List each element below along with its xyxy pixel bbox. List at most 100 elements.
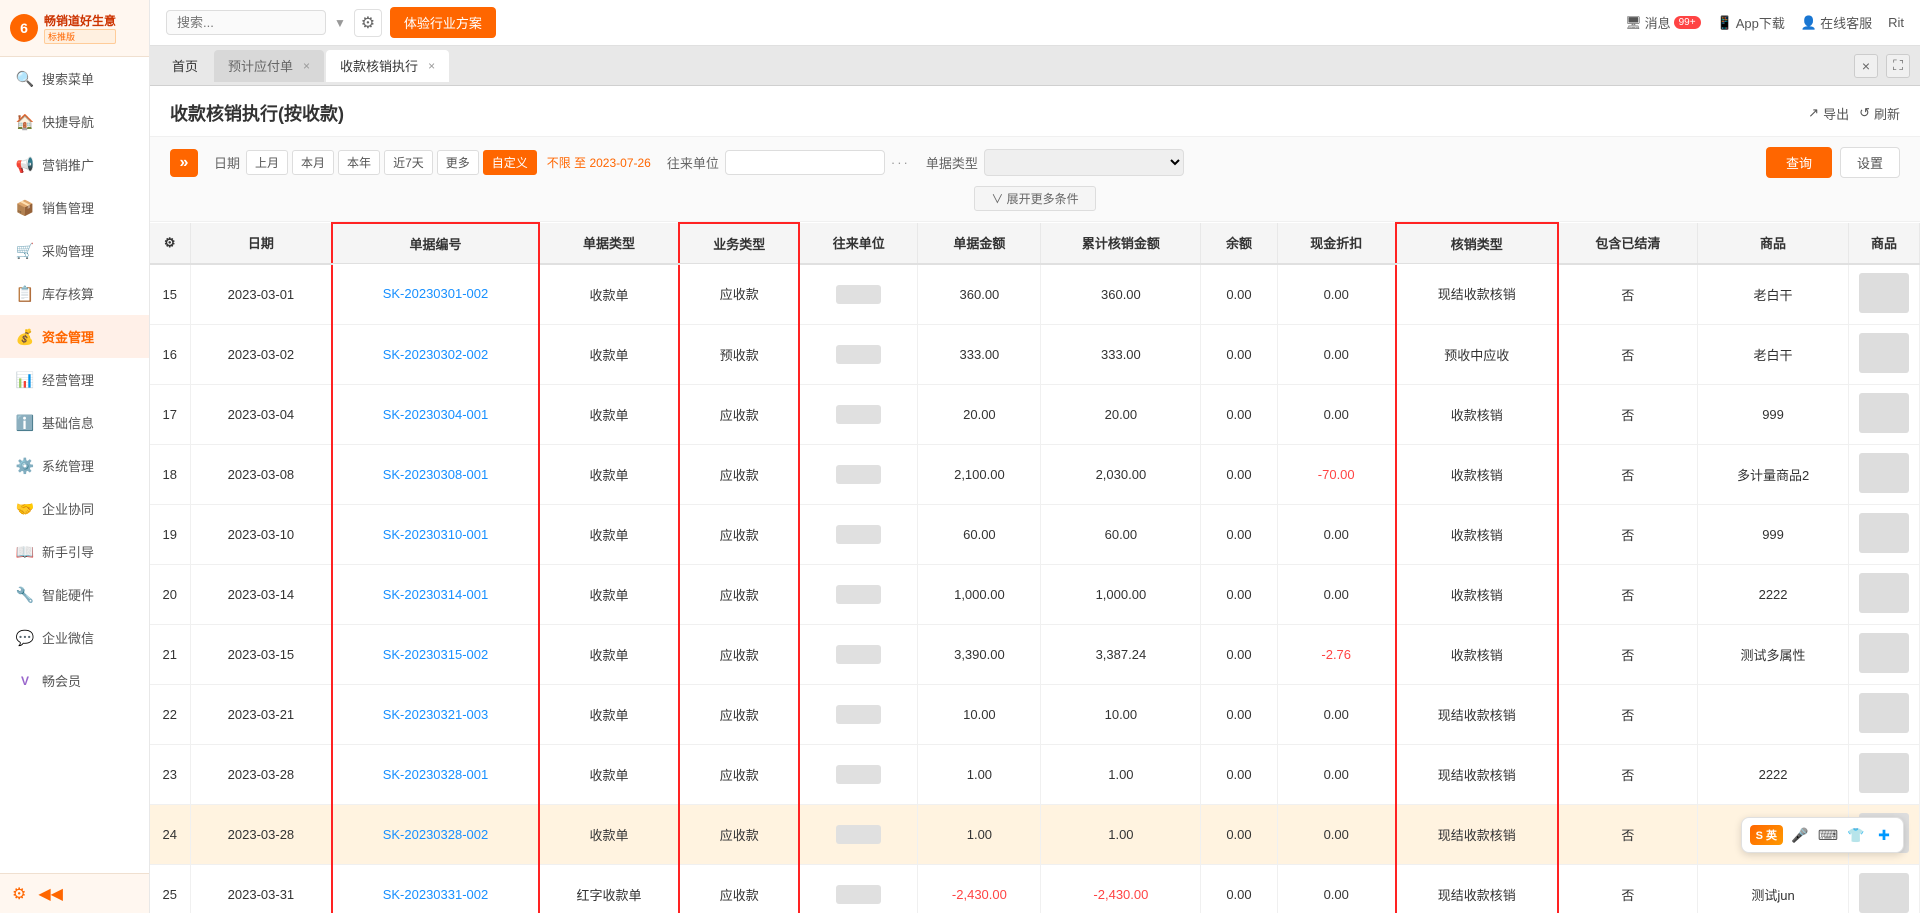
th-balance[interactable]: 余额	[1201, 223, 1277, 264]
partner-input[interactable]	[725, 150, 885, 175]
voucher-no-link[interactable]: SK-20230328-002	[383, 827, 489, 842]
voucher-no-link[interactable]: SK-20230314-001	[383, 587, 489, 602]
cell-offset-type: 现结收款核销	[1396, 804, 1558, 864]
sidebar-item-basic[interactable]: ℹ️ 基础信息	[0, 401, 149, 444]
cell-biz-type: 应收款	[679, 684, 799, 744]
table-row: 17 2023-03-04 SK-20230304-001 收款单 应收款 20…	[150, 384, 1920, 444]
sidebar-item-hardware[interactable]: 🔧 智能硬件	[0, 573, 149, 616]
tab-receipt-close[interactable]: ×	[428, 59, 435, 73]
voucher-no-link[interactable]: SK-20230304-001	[383, 407, 489, 422]
th-product[interactable]: 商品	[1698, 223, 1849, 264]
tab-close-all-icon[interactable]: ×	[1854, 54, 1878, 78]
cell-partner	[799, 444, 918, 504]
sidebar-item-member[interactable]: V 畅会员	[0, 659, 149, 702]
cell-cash-discount: 0.00	[1277, 804, 1396, 864]
sidebar-item-purchase[interactable]: 🛒 采购管理	[0, 229, 149, 272]
sidebar-item-wechat[interactable]: 💬 企业微信	[0, 616, 149, 659]
filter-expand-button[interactable]: »	[170, 149, 198, 177]
date-btn-custom[interactable]: 自定义	[483, 150, 537, 175]
cell-date: 2023-03-31	[190, 864, 332, 913]
th-date[interactable]: 日期	[190, 223, 332, 264]
voucher-type-select[interactable]	[984, 149, 1184, 176]
query-button[interactable]: 查询	[1766, 147, 1832, 178]
cell-balance: 0.00	[1201, 744, 1277, 804]
filter-more-row: ∨ 展开更多条件	[170, 186, 1900, 211]
th-voucher-type[interactable]: 单据类型	[539, 223, 680, 264]
online-service[interactable]: 👤 在线客服	[1801, 13, 1872, 32]
tab-prepay-close[interactable]: ×	[303, 59, 310, 73]
add-icon[interactable]: ✚	[1873, 824, 1895, 846]
date-btn-this-year[interactable]: 本年	[338, 150, 380, 175]
voucher-no-link[interactable]: SK-20230301-002	[383, 286, 489, 301]
app-download[interactable]: 📱 App下载	[1717, 13, 1785, 32]
date-btn-this-month[interactable]: 本月	[292, 150, 334, 175]
tab-receipt-label: 收款核销执行	[340, 56, 418, 75]
sidebar-item-inventory[interactable]: 📋 库存核算	[0, 272, 149, 315]
message-area[interactable]: 🖥 消息 99+	[1625, 13, 1701, 32]
sidebar-item-enterprise[interactable]: 🤝 企业协同	[0, 487, 149, 530]
setting-button[interactable]: 设置	[1840, 147, 1900, 178]
table-container[interactable]: ⚙ 日期 单据编号 单据类型 业务类型 往来单位 单据金额 累计核销金额 余额 …	[150, 222, 1920, 913]
cell-total-offset: 1,000.00	[1041, 564, 1201, 624]
th-biz-type[interactable]: 业务类型	[679, 223, 799, 264]
th-partner[interactable]: 往来单位	[799, 223, 918, 264]
th-cash-discount[interactable]: 现金折扣	[1277, 223, 1396, 264]
cell-offset-type: 收款核销	[1396, 504, 1558, 564]
sidebar-item-marketing[interactable]: 📢 营销推广	[0, 143, 149, 186]
shirt-icon[interactable]: 👕	[1845, 824, 1867, 846]
th-offset-type[interactable]: 核销类型	[1396, 223, 1558, 264]
cell-product: 老白干	[1698, 324, 1849, 384]
voucher-no-link[interactable]: SK-20230321-003	[383, 707, 489, 722]
keyboard-icon[interactable]: ⌨	[1817, 824, 1839, 846]
voucher-no-link[interactable]: SK-20230328-001	[383, 767, 489, 782]
refresh-button[interactable]: ↺ 刷新	[1859, 104, 1900, 123]
voucher-no-link[interactable]: SK-20230308-001	[383, 467, 489, 482]
settings-gear-icon[interactable]: ⚙	[12, 884, 26, 904]
cell-offset-type: 收款核销	[1396, 444, 1558, 504]
collapse-icon[interactable]: ◀◀	[38, 884, 63, 904]
sidebar-item-shortcut[interactable]: 🏠 快捷导航	[0, 100, 149, 143]
mic-icon[interactable]: 🎤	[1789, 824, 1811, 846]
topbar-gear-icon[interactable]: ⚙	[354, 9, 382, 37]
th-amount[interactable]: 单据金额	[918, 223, 1041, 264]
cell-total-offset: -2,430.00	[1041, 864, 1201, 913]
sidebar-item-system[interactable]: ⚙️ 系统管理	[0, 444, 149, 487]
tab-receipt[interactable]: 收款核销执行 ×	[326, 50, 449, 82]
th-settings[interactable]: ⚙	[150, 223, 190, 264]
tab-prepay[interactable]: 预计应付单 ×	[214, 50, 324, 82]
th-product2[interactable]: 商品	[1849, 223, 1920, 264]
tab-restore-icon[interactable]: ⛶	[1886, 54, 1910, 78]
sidebar-item-label: 搜索菜单	[42, 69, 94, 88]
sidebar-item-guide[interactable]: 📖 新手引导	[0, 530, 149, 573]
service-icon: 👤	[1801, 15, 1817, 31]
cell-biz-type: 应收款	[679, 804, 799, 864]
cell-product2	[1849, 264, 1920, 325]
topbar-dropdown-arrow[interactable]: ▼	[334, 16, 346, 30]
th-include-settled[interactable]: 包含已结清	[1558, 223, 1698, 264]
topbar-right: 🖥 消息 99+ 📱 App下载 👤 在线客服 Rit	[1625, 13, 1904, 32]
cell-include-settled: 否	[1558, 324, 1698, 384]
search-icon: 🔍	[16, 70, 34, 88]
tab-home[interactable]: 首页	[158, 50, 212, 82]
voucher-no-link[interactable]: SK-20230331-002	[383, 887, 489, 902]
date-btn-last-month[interactable]: 上月	[246, 150, 288, 175]
sidebar-item-sales[interactable]: 📦 销售管理	[0, 186, 149, 229]
voucher-no-link[interactable]: SK-20230315-002	[383, 647, 489, 662]
voucher-no-link[interactable]: SK-20230302-002	[383, 347, 489, 362]
sidebar-item-finance[interactable]: 💰 资金管理	[0, 315, 149, 358]
date-btn-7days[interactable]: 近7天	[384, 150, 433, 175]
cell-amount: 1.00	[918, 804, 1041, 864]
expand-more-button[interactable]: ∨ 展开更多条件	[974, 186, 1095, 211]
th-total-offset[interactable]: 累计核销金额	[1041, 223, 1201, 264]
date-btn-more[interactable]: 更多	[437, 150, 479, 175]
cell-offset-type: 预收中应收	[1396, 324, 1558, 384]
export-button[interactable]: ↗ 导出	[1808, 104, 1849, 123]
member-icon: V	[16, 672, 34, 690]
solution-button[interactable]: 体验行业方案	[390, 7, 496, 38]
sidebar-item-search[interactable]: 🔍 搜索菜单	[0, 57, 149, 100]
voucher-no-link[interactable]: SK-20230310-001	[383, 527, 489, 542]
sidebar-item-operations[interactable]: 📊 经营管理	[0, 358, 149, 401]
topbar-search-input[interactable]	[166, 10, 326, 35]
cell-biz-type: 应收款	[679, 624, 799, 684]
th-voucher-no[interactable]: 单据编号	[332, 223, 538, 264]
